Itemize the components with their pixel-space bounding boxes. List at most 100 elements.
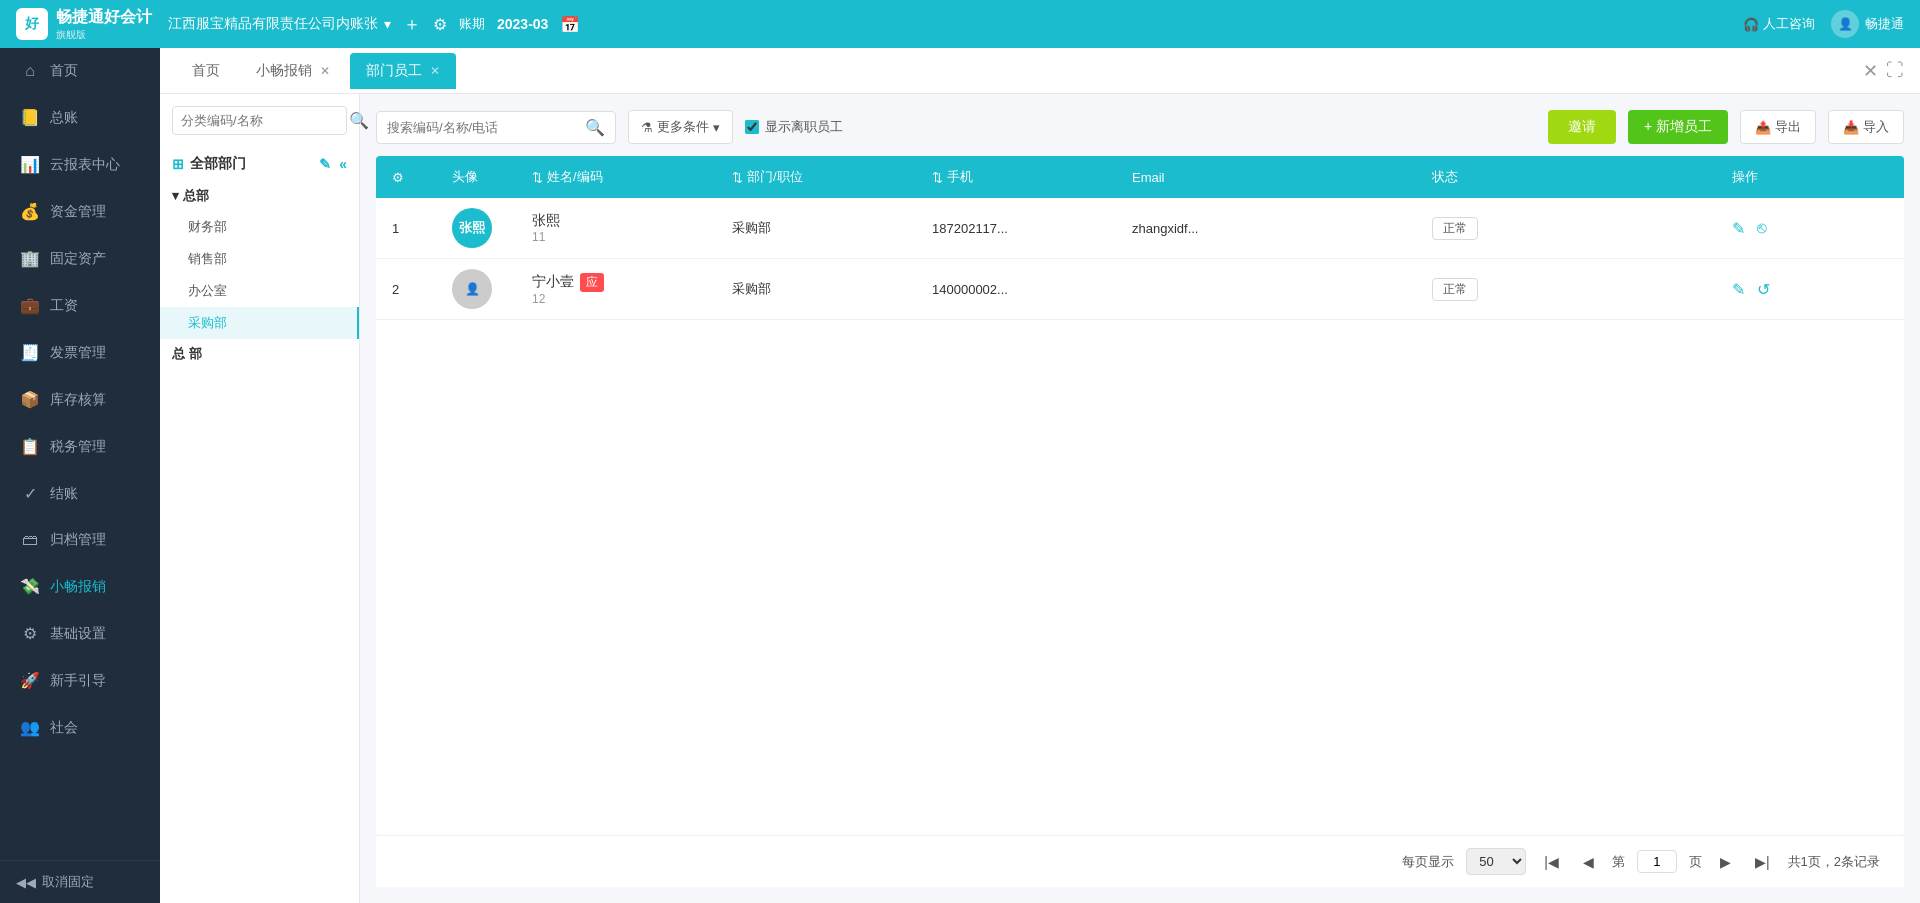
- sidebar-item-social[interactable]: 👥 社会: [0, 704, 160, 751]
- sidebar-item-guide[interactable]: 🚀 新手引导: [0, 657, 160, 704]
- page-input[interactable]: [1637, 850, 1677, 873]
- tax-icon: 📋: [20, 437, 40, 456]
- dept-child-caiwubu[interactable]: 财务部: [160, 211, 359, 243]
- action-icons: ✎ ↺: [1732, 280, 1770, 299]
- row1-dept: 采购部: [716, 209, 916, 247]
- sidebar-item-ledger[interactable]: 📒 总账: [0, 94, 160, 141]
- sidebar-item-settings[interactable]: ⚙ 基础设置: [0, 610, 160, 657]
- th-email-label: Email: [1132, 170, 1165, 185]
- avatar: 👤: [1831, 10, 1859, 38]
- add-button[interactable]: ＋: [403, 12, 421, 36]
- company-name: 江西服宝精品有限责任公司内账张: [168, 15, 378, 33]
- dept-child-xiaoshoubu[interactable]: 销售部: [160, 243, 359, 275]
- edit-icon[interactable]: ✎: [1732, 280, 1745, 299]
- collapse-icon[interactable]: «: [339, 156, 347, 172]
- sidebar-label-close: 结账: [50, 485, 78, 503]
- top-bar: 好 畅捷通好会计 旗舰版 江西服宝精品有限责任公司内账张 ▾ ＋ ⚙ 账期 20…: [0, 0, 1920, 48]
- settings-icon[interactable]: ⚙: [433, 15, 447, 34]
- sidebar-item-archive[interactable]: 🗃 归档管理: [0, 517, 160, 563]
- tab-home[interactable]: 首页: [176, 53, 236, 89]
- close-period-icon: ✓: [20, 484, 40, 503]
- per-page-select[interactable]: 50 100 200: [1466, 848, 1526, 875]
- th-name-code[interactable]: ⇅ 姓名/编码: [516, 156, 716, 198]
- period-value: 2023-03: [497, 16, 548, 32]
- user-area[interactable]: 👤 畅捷通: [1831, 10, 1904, 38]
- dept-child-bangongshi[interactable]: 办公室: [160, 275, 359, 307]
- sidebar-item-close[interactable]: ✓ 结账: [0, 470, 160, 517]
- all-dept-header[interactable]: ⊞ 全部部门 ✎ «: [160, 147, 359, 181]
- employee-code: 11: [532, 230, 560, 244]
- th-dept[interactable]: ⇅ 部门/职位: [716, 156, 916, 198]
- dept-parent-zongbu[interactable]: ▾ 总部: [160, 181, 359, 211]
- tab-home-label: 首页: [192, 62, 220, 80]
- next-page-button[interactable]: ▶: [1714, 852, 1737, 872]
- tab-expense-label: 小畅报销: [256, 62, 312, 80]
- tab-close-all-icon[interactable]: ✕: [1863, 60, 1878, 82]
- dept-parent-zongbu2[interactable]: 总 部: [160, 339, 359, 369]
- logout-icon[interactable]: ⎋: [1757, 219, 1767, 237]
- home-icon: ⌂: [20, 62, 40, 80]
- sidebar-item-invoice[interactable]: 🧾 发票管理: [0, 329, 160, 376]
- show-resigned-checkbox[interactable]: [745, 120, 759, 134]
- edit-icon[interactable]: ✎: [1732, 219, 1745, 238]
- add-employee-button[interactable]: + 新增员工: [1628, 110, 1728, 144]
- calendar-icon[interactable]: 📅: [560, 15, 580, 34]
- delete-icon[interactable]: ↺: [1757, 280, 1770, 299]
- export-button[interactable]: 📤 导出: [1740, 110, 1816, 144]
- employee-search-box[interactable]: 🔍: [376, 111, 616, 144]
- import-button[interactable]: 📥 导入: [1828, 110, 1904, 144]
- th-phone[interactable]: ⇅ 手机: [916, 156, 1116, 198]
- archive-icon: 🗃: [20, 531, 40, 549]
- row1-status: 正常: [1416, 207, 1716, 250]
- dept-search-box[interactable]: 🔍: [172, 106, 347, 135]
- page-content: 🔍 ⊞ 全部部门 ✎ « ▾ 总部 财务部 销售部 办公室: [160, 94, 1920, 903]
- sidebar-item-payroll[interactable]: 💼 工资: [0, 282, 160, 329]
- sidebar-item-inventory[interactable]: 📦 库存核算: [0, 376, 160, 423]
- tab-dept-employee[interactable]: 部门员工 ✕: [350, 53, 456, 89]
- sort-icon: ⇅: [732, 170, 743, 185]
- sidebar-label-settings: 基础设置: [50, 625, 106, 643]
- support-button[interactable]: 🎧 人工咨询: [1743, 15, 1815, 33]
- sidebar-item-tax[interactable]: 📋 税务管理: [0, 423, 160, 470]
- pin-cancel-button[interactable]: ◀◀ 取消固定: [0, 860, 160, 903]
- th-settings[interactable]: ⚙: [376, 156, 436, 198]
- tab-expense[interactable]: 小畅报销 ✕: [240, 53, 346, 89]
- close-icon[interactable]: ✕: [430, 64, 440, 78]
- sidebar-item-funds[interactable]: 💰 资金管理: [0, 188, 160, 235]
- table-body: 1 张熙 张熙 11 采购部 187202117..: [376, 198, 1904, 835]
- dept-search-input[interactable]: [181, 113, 349, 128]
- company-selector[interactable]: 江西服宝精品有限责任公司内账张 ▾: [168, 15, 391, 33]
- last-page-button[interactable]: ▶|: [1749, 852, 1776, 872]
- row2-no: 2: [376, 272, 436, 307]
- invite-button[interactable]: 邀请: [1548, 110, 1616, 144]
- employee-search-input[interactable]: [387, 120, 585, 135]
- edit-dept-icon[interactable]: ✎: [319, 156, 331, 172]
- sort-icon: ⇅: [532, 170, 543, 185]
- tab-maximize-icon[interactable]: ⛶: [1886, 60, 1904, 82]
- first-page-button[interactable]: |◀: [1538, 852, 1565, 872]
- dept-child-caigoubu[interactable]: 采购部: [160, 307, 359, 339]
- action-icons: ✎ ⎋: [1732, 219, 1767, 238]
- ledger-icon: 📒: [20, 108, 40, 127]
- prev-page-button[interactable]: ◀: [1577, 852, 1600, 872]
- th-status: 状态: [1416, 156, 1716, 198]
- logo-icon: 好: [16, 8, 48, 40]
- per-page-label: 每页显示: [1402, 853, 1454, 871]
- logo-area: 好 畅捷通好会计 旗舰版: [16, 7, 156, 42]
- sidebar-item-expense[interactable]: 💸 小畅报销: [0, 563, 160, 610]
- sidebar-label-assets: 固定资产: [50, 250, 106, 268]
- show-resigned-area[interactable]: 显示离职员工: [745, 118, 843, 136]
- all-dept-label: 全部部门: [190, 155, 246, 173]
- sidebar-item-reports[interactable]: 📊 云报表中心: [0, 141, 160, 188]
- close-icon[interactable]: ✕: [320, 64, 330, 78]
- tab-dept-employee-label: 部门员工: [366, 62, 422, 80]
- row1-name-code: 张熙 11: [516, 202, 716, 254]
- sidebar-label-expense: 小畅报销: [50, 578, 106, 596]
- table-row: 1 张熙 张熙 11 采购部 187202117..: [376, 198, 1904, 259]
- filter-button[interactable]: ⚗ 更多条件 ▾: [628, 110, 733, 144]
- gear-icon: ⚙: [392, 170, 404, 185]
- sidebar-label-inventory: 库存核算: [50, 391, 106, 409]
- sidebar-item-home[interactable]: ⌂ 首页: [0, 48, 160, 94]
- grid-icon: ⊞: [172, 156, 184, 172]
- sidebar-item-assets[interactable]: 🏢 固定资产: [0, 235, 160, 282]
